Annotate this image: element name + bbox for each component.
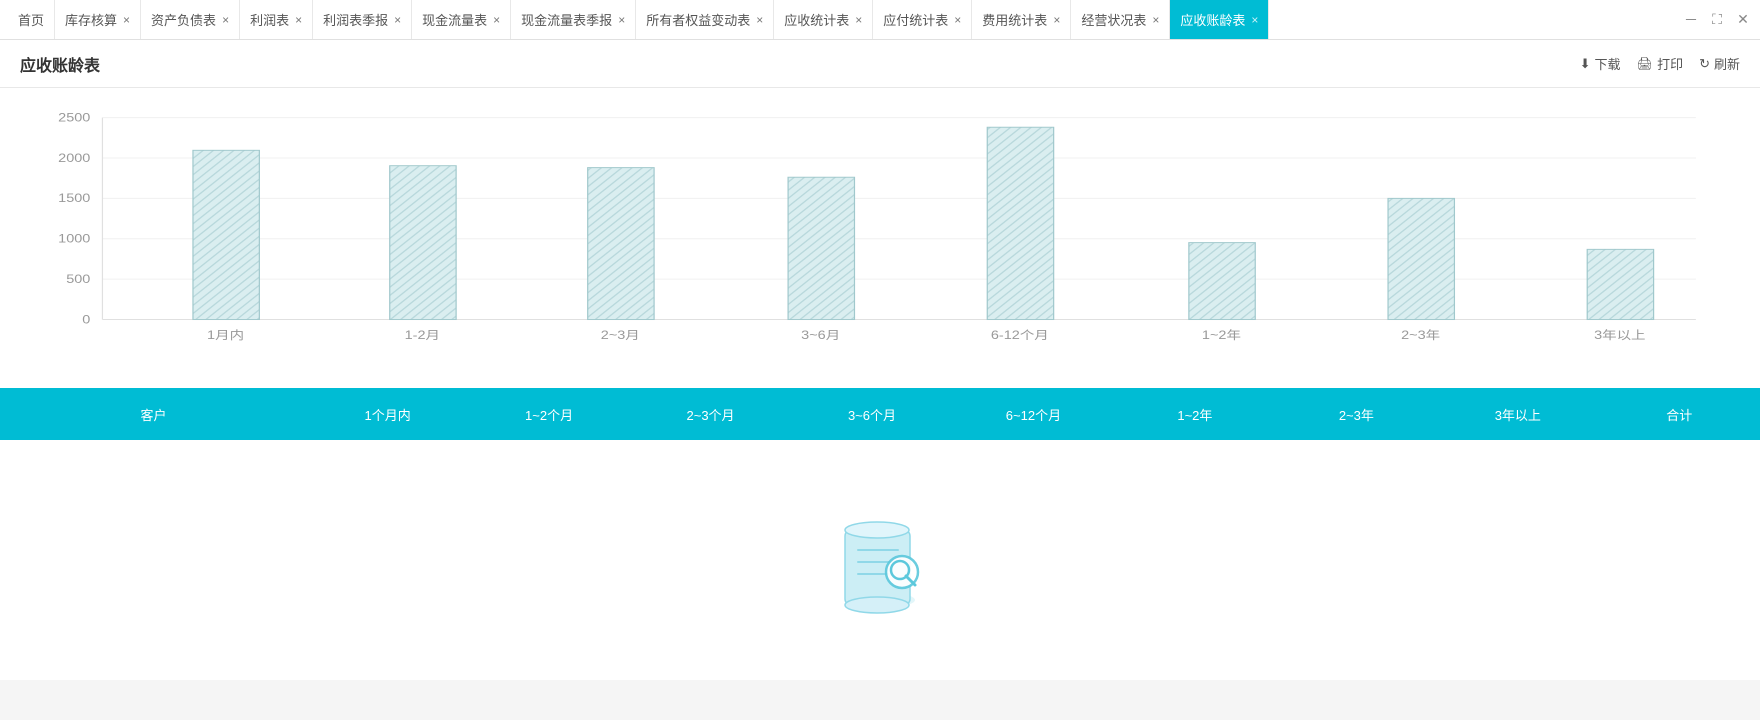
tab-balance[interactable]: 资产负债表 × <box>141 0 240 40</box>
bar-2-3月 <box>588 168 654 320</box>
tab-close-operations[interactable]: × <box>1152 13 1159 27</box>
svg-text:2~3年: 2~3年 <box>1401 328 1440 341</box>
print-label: 打印 <box>1657 54 1683 73</box>
tab-profit[interactable]: 利润表 × <box>240 0 313 40</box>
bar-chart: 2500 2000 1500 1000 500 0 1月内 1-2月 <box>30 108 1720 358</box>
bar-6-12月 <box>987 127 1053 319</box>
tab-label-expense-stats: 费用统计表 <box>982 10 1047 29</box>
tab-label-ap-stats: 应付统计表 <box>883 10 948 29</box>
table-header-6: 1~2年 <box>1114 405 1275 424</box>
tab-label-ar-aging: 应收账龄表 <box>1180 10 1245 29</box>
bar-2-3年 <box>1388 198 1454 319</box>
tab-label-equity: 所有者权益变动表 <box>646 10 750 29</box>
tab-ar-aging[interactable]: 应收账龄表 × <box>1170 0 1269 40</box>
print-icon: 🖨 <box>1637 56 1654 72</box>
download-label: 下载 <box>1595 54 1621 73</box>
tab-close-profit-quarterly[interactable]: × <box>394 13 401 27</box>
close-button[interactable]: ✕ <box>1734 11 1752 29</box>
table-header-3: 2~3个月 <box>630 405 791 424</box>
bar-1-2年 <box>1189 243 1255 320</box>
svg-text:0: 0 <box>82 313 90 326</box>
tab-close-expense-stats[interactable]: × <box>1053 13 1060 27</box>
chart-area: 2500 2000 1500 1000 500 0 1月内 1-2月 <box>0 88 1760 388</box>
tab-operations[interactable]: 经营状况表 × <box>1071 0 1170 40</box>
tab-expense-stats[interactable]: 费用统计表 × <box>972 0 1071 40</box>
print-button[interactable]: 🖨 打印 <box>1637 54 1684 73</box>
table-header-9: 合计 <box>1599 405 1760 424</box>
tab-ar-stats[interactable]: 应收统计表 × <box>774 0 873 40</box>
tab-close-ar-aging[interactable]: × <box>1251 13 1258 27</box>
bar-3-6月 <box>788 177 854 319</box>
tab-label-operations: 经营状况表 <box>1081 10 1146 29</box>
svg-text:6-12个月: 6-12个月 <box>991 328 1049 341</box>
page-header: 应收账龄表 ⬇ 下载 🖨 打印 ↻ 刷新 <box>0 40 1760 88</box>
svg-text:1-2月: 1-2月 <box>405 328 440 341</box>
table-header-0: 客户 <box>0 405 307 424</box>
page-title: 应收账龄表 <box>20 52 100 76</box>
svg-text:2000: 2000 <box>58 151 90 164</box>
tab-close-equity[interactable]: × <box>756 13 763 27</box>
window-controls: － ⛶ ✕ <box>1682 11 1752 29</box>
svg-text:1500: 1500 <box>58 192 90 205</box>
svg-text:500: 500 <box>66 272 90 285</box>
tab-label-home: 首页 <box>18 10 44 29</box>
tab-close-balance[interactable]: × <box>222 13 229 27</box>
tab-close-ar-stats[interactable]: × <box>855 13 862 27</box>
table-header-2: 1~2个月 <box>468 405 629 424</box>
tab-close-cashflow-quarterly[interactable]: × <box>618 13 625 27</box>
minimize-button[interactable]: － <box>1682 11 1700 29</box>
main-content: 2500 2000 1500 1000 500 0 1月内 1-2月 <box>0 88 1760 680</box>
tab-inventory[interactable]: 库存核算 × <box>55 0 141 40</box>
tab-home[interactable]: 首页 <box>8 0 55 40</box>
tab-label-cashflow-quarterly: 现金流量表季报 <box>521 10 612 29</box>
empty-state <box>0 440 1760 680</box>
download-icon: ⬇ <box>1580 56 1591 72</box>
svg-text:1000: 1000 <box>58 232 90 245</box>
tab-close-inventory[interactable]: × <box>123 13 130 27</box>
tab-ap-stats[interactable]: 应付统计表 × <box>873 0 972 40</box>
tab-label-ar-stats: 应收统计表 <box>784 10 849 29</box>
tab-label-cashflow: 现金流量表 <box>422 10 487 29</box>
tab-label-profit: 利润表 <box>250 10 289 29</box>
svg-text:2500: 2500 <box>58 111 90 124</box>
download-button[interactable]: ⬇ 下载 <box>1580 54 1621 73</box>
tab-equity[interactable]: 所有者权益变动表 × <box>636 0 774 40</box>
tab-close-cashflow[interactable]: × <box>493 13 500 27</box>
table-header-5: 6~12个月 <box>953 405 1114 424</box>
header-actions: ⬇ 下载 🖨 打印 ↻ 刷新 <box>1580 54 1740 73</box>
tab-profit-quarterly[interactable]: 利润表季报 × <box>313 0 412 40</box>
table-header: 客户1个月内1~2个月2~3个月3~6个月6~12个月1~2年2~3年3年以上合… <box>0 388 1760 440</box>
tab-label-profit-quarterly: 利润表季报 <box>323 10 388 29</box>
tab-label-balance: 资产负债表 <box>151 10 216 29</box>
bar-3年以上 <box>1587 249 1653 319</box>
table-header-7: 2~3年 <box>1276 405 1437 424</box>
svg-text:1月内: 1月内 <box>207 328 244 341</box>
svg-text:3年以上: 3年以上 <box>1594 328 1645 341</box>
refresh-icon: ↻ <box>1699 56 1710 72</box>
refresh-button[interactable]: ↻ 刷新 <box>1699 54 1740 73</box>
svg-text:1~2年: 1~2年 <box>1202 328 1241 341</box>
refresh-label: 刷新 <box>1714 54 1740 73</box>
tab-close-profit[interactable]: × <box>295 13 302 27</box>
table-header-4: 3~6个月 <box>791 405 952 424</box>
tab-close-ap-stats[interactable]: × <box>954 13 961 27</box>
table-header-8: 3年以上 <box>1437 405 1598 424</box>
maximize-button[interactable]: ⛶ <box>1708 11 1726 29</box>
bar-1月内 <box>193 150 259 319</box>
tab-cashflow-quarterly[interactable]: 现金流量表季报 × <box>511 0 636 40</box>
table-header-1: 1个月内 <box>307 405 468 424</box>
tab-cashflow[interactable]: 现金流量表 × <box>412 0 511 40</box>
tab-bar: 首页库存核算×资产负债表×利润表×利润表季报×现金流量表×现金流量表季报×所有者… <box>0 0 1760 40</box>
empty-icon <box>820 500 940 620</box>
svg-text:3~6月: 3~6月 <box>801 328 840 341</box>
bar-1-2月 <box>390 166 456 320</box>
tab-label-inventory: 库存核算 <box>65 10 117 29</box>
svg-text:2~3月: 2~3月 <box>601 328 640 341</box>
